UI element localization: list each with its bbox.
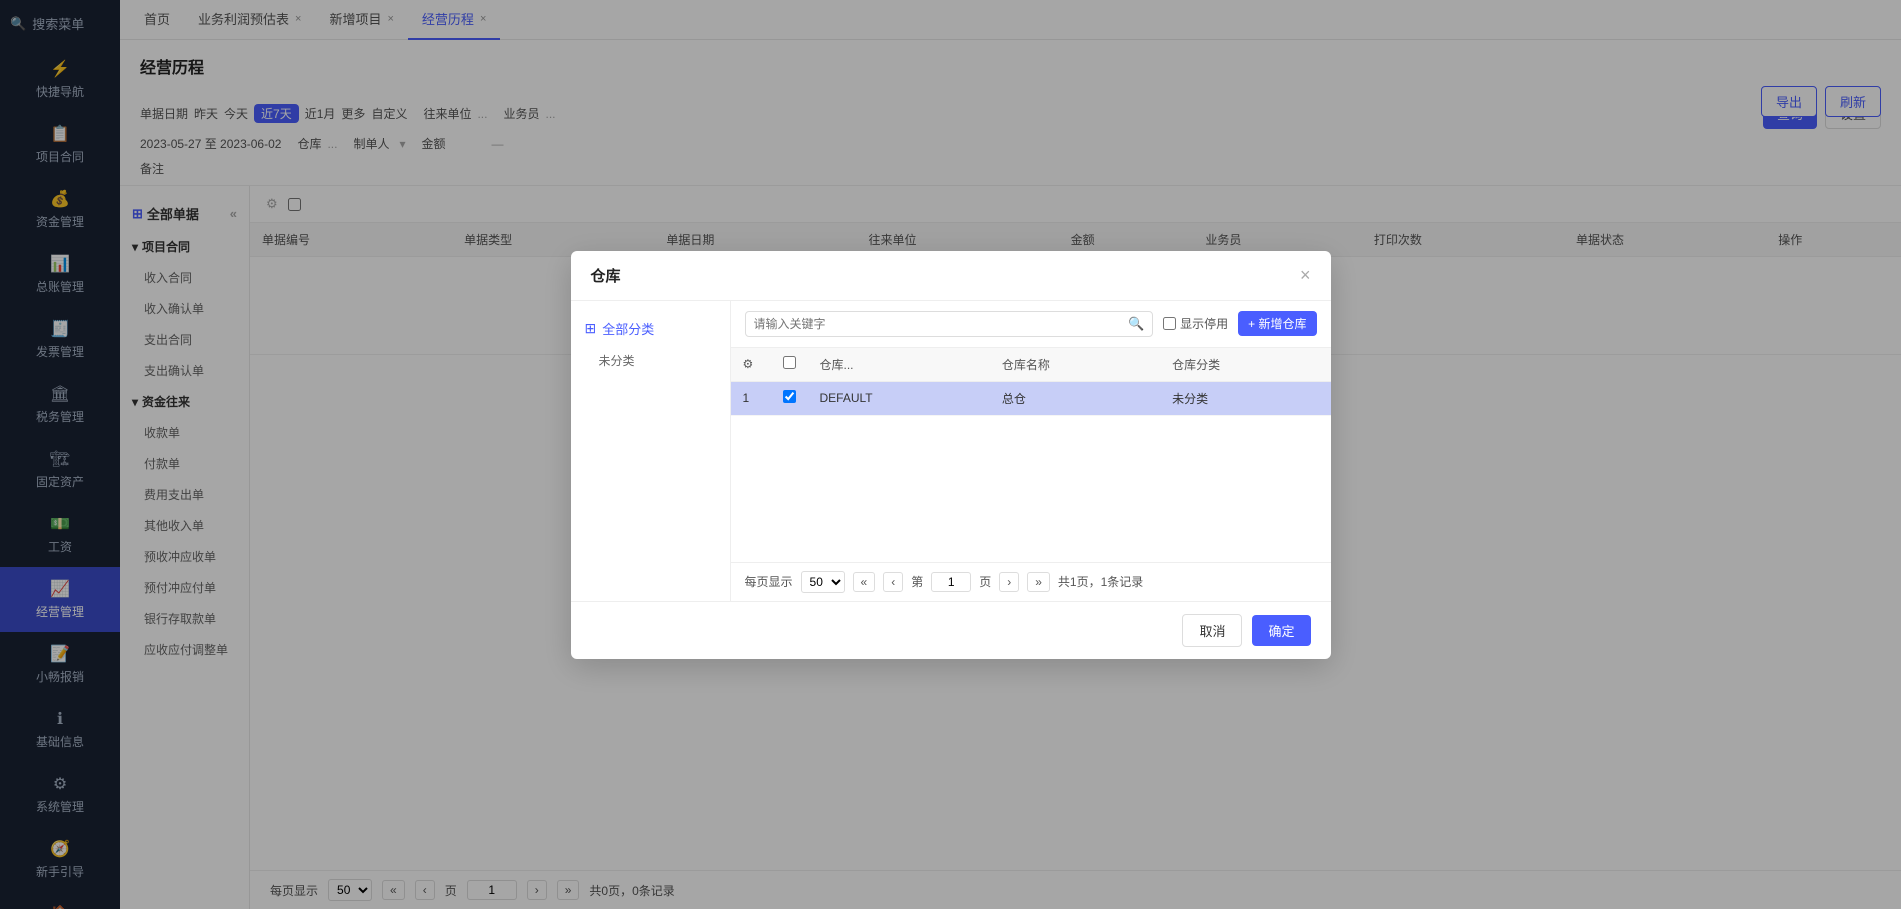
modal-header: 仓库 × xyxy=(571,251,1331,301)
modal-footer: 取消 确定 xyxy=(571,601,1331,659)
modal-tree: ⊞ 全部分类 未分类 xyxy=(571,301,731,601)
modal-page-suffix: 页 xyxy=(979,573,991,590)
show-disabled-checkbox[interactable] xyxy=(1163,317,1176,330)
modal-first-btn[interactable]: « xyxy=(853,572,876,592)
tree-unclassified-label: 未分类 xyxy=(599,354,635,368)
modal-pagination: 每页显示 50 « ‹ 第 页 › » 共1页，1条记录 xyxy=(731,562,1331,601)
modal-search-input[interactable] xyxy=(754,317,1122,331)
modal-page-label: 第 xyxy=(911,573,923,590)
tree-unclassified[interactable]: 未分类 xyxy=(571,346,730,375)
modal-col-code: 仓库... xyxy=(808,348,990,382)
modal-total-info: 共1页，1条记录 xyxy=(1058,573,1143,590)
show-disabled-label[interactable]: 显示停用 xyxy=(1163,315,1228,332)
row-cell-category: 未分类 xyxy=(1160,381,1330,415)
tree-all-categories[interactable]: ⊞ 全部分类 xyxy=(571,311,730,346)
col-gear-icon[interactable]: ⚙ xyxy=(743,357,754,371)
modal-col-category: 仓库分类 xyxy=(1160,348,1330,382)
modal-cancel-btn[interactable]: 取消 xyxy=(1182,614,1242,647)
modal-title: 仓库 xyxy=(591,265,621,286)
modal-confirm-btn[interactable]: 确定 xyxy=(1252,615,1310,646)
modal-pag-size-label: 每页显示 xyxy=(745,573,793,590)
modal-col-name: 仓库名称 xyxy=(990,348,1160,382)
modal-col-settings: ⚙ xyxy=(731,348,771,382)
modal-search-wrap: 🔍 xyxy=(745,311,1154,337)
modal-body: ⊞ 全部分类 未分类 🔍 显示停用 xyxy=(571,301,1331,601)
modal-last-btn[interactable]: » xyxy=(1027,572,1050,592)
table-row[interactable]: 1 DEFAULT 总仓 未分类 xyxy=(731,381,1331,415)
modal-table-wrap: ⚙ 仓库... 仓库名称 xyxy=(731,348,1331,562)
modal-overlay: 仓库 × ⊞ 全部分类 未分类 🔍 xyxy=(0,0,1901,909)
modal-pag-size-select[interactable]: 50 xyxy=(801,571,845,593)
modal-col-name-label: 仓库名称 xyxy=(1002,358,1050,372)
modal-toolbar: 🔍 显示停用 + 新增仓库 xyxy=(731,301,1331,348)
modal-close-btn[interactable]: × xyxy=(1300,265,1311,286)
modal-col-code-label: 仓库... xyxy=(820,358,854,372)
warehouse-modal: 仓库 × ⊞ 全部分类 未分类 🔍 xyxy=(571,251,1331,659)
show-disabled-text: 显示停用 xyxy=(1180,315,1228,332)
row-cell-code: DEFAULT xyxy=(808,381,990,415)
row-cell-checkbox xyxy=(771,381,808,415)
modal-select-all[interactable] xyxy=(783,356,796,369)
modal-table: ⚙ 仓库... 仓库名称 xyxy=(731,348,1331,416)
modal-search-icon[interactable]: 🔍 xyxy=(1128,316,1144,332)
modal-col-category-label: 仓库分类 xyxy=(1172,358,1220,372)
modal-col-check xyxy=(771,348,808,382)
modal-page-input[interactable] xyxy=(931,572,971,592)
modal-content-right: 🔍 显示停用 + 新增仓库 ⚙ xyxy=(731,301,1331,601)
row-cell-index: 1 xyxy=(731,381,771,415)
modal-next-btn[interactable]: › xyxy=(999,572,1019,592)
row-checkbox[interactable] xyxy=(783,390,796,403)
add-warehouse-btn[interactable]: + 新增仓库 xyxy=(1238,311,1316,336)
modal-prev-btn[interactable]: ‹ xyxy=(883,572,903,592)
row-cell-name: 总仓 xyxy=(990,381,1160,415)
tree-all-label: 全部分类 xyxy=(602,319,654,338)
tree-all-icon: ⊞ xyxy=(585,320,597,337)
